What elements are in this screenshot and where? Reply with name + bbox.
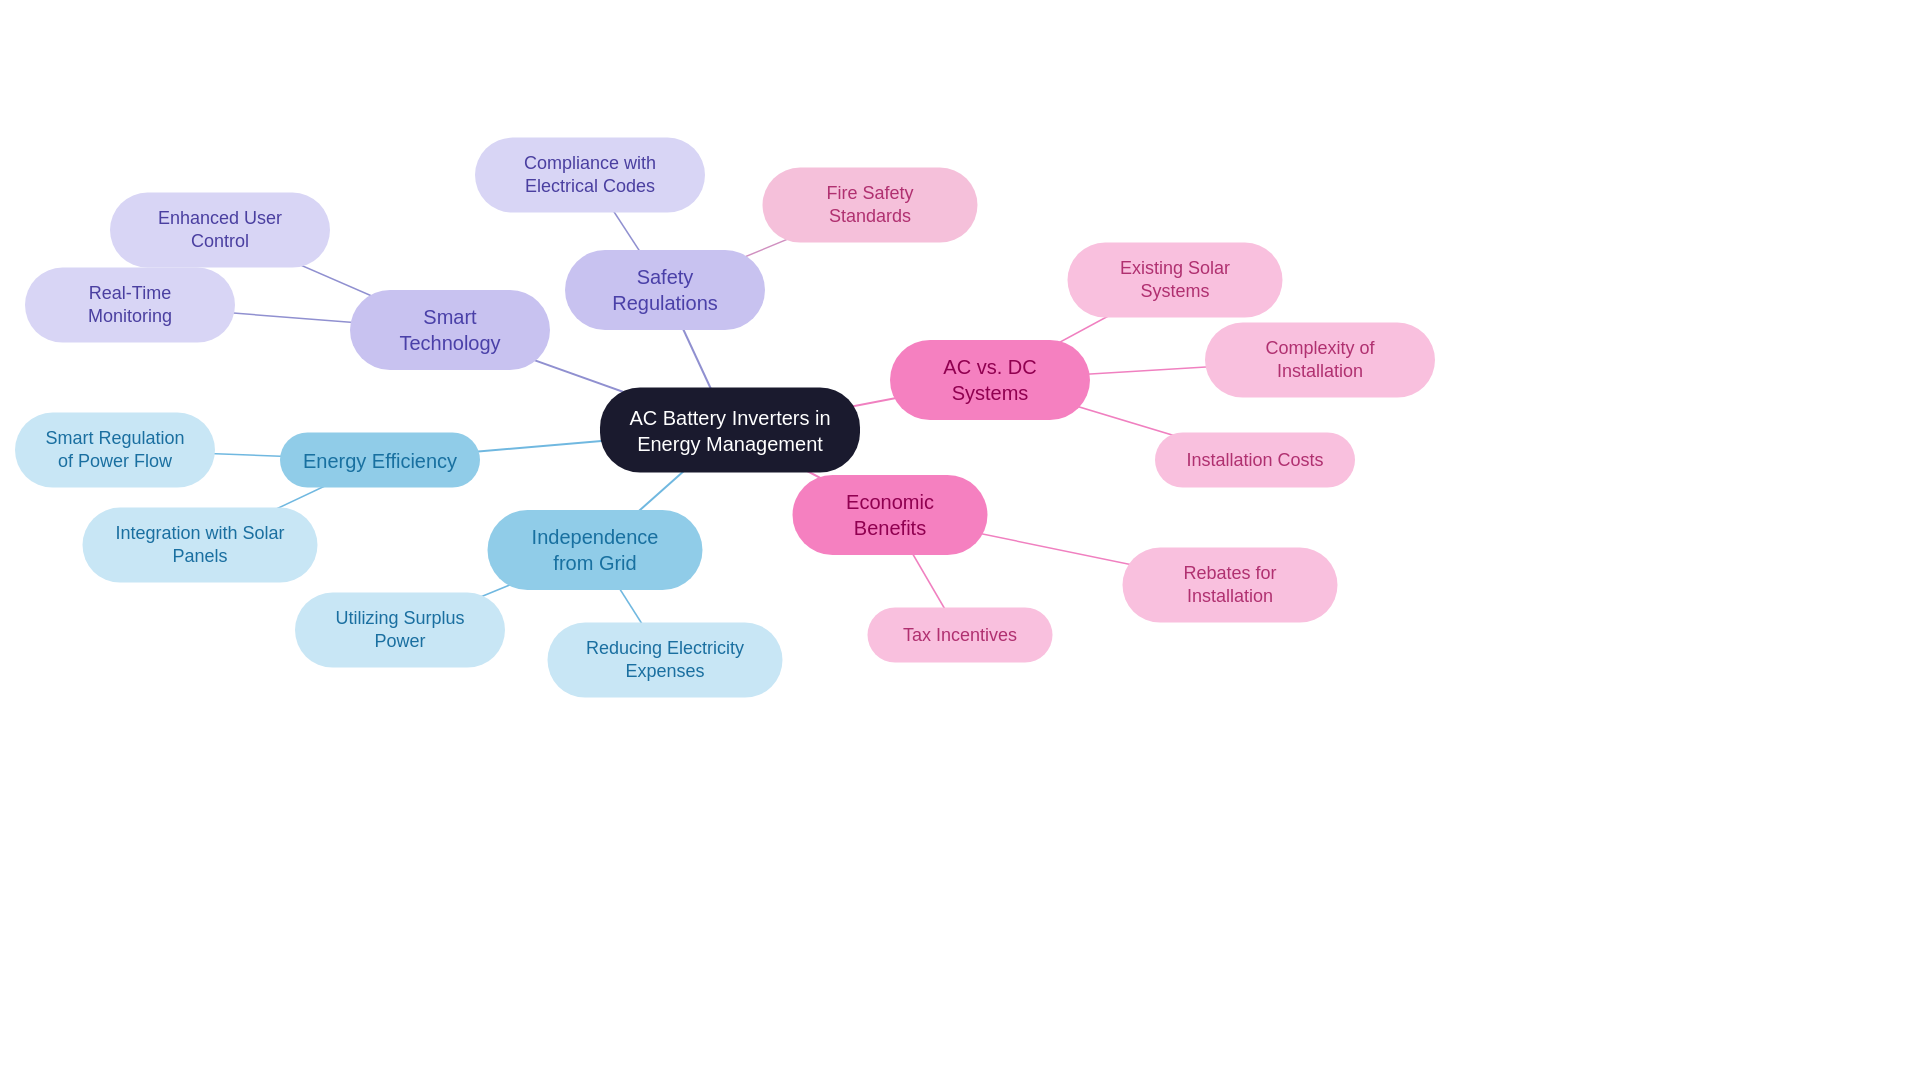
integration-solar-panels-node: Integration with Solar Panels [83, 508, 318, 583]
reducing-electricity-node: Reducing Electricity Expenses [548, 623, 783, 698]
safety-regulations-node: Safety Regulations [565, 250, 765, 330]
economic-benefits-node: Economic Benefits [793, 475, 988, 555]
rebates-installation-node: Rebates for Installation [1123, 548, 1338, 623]
real-time-monitoring-node: Real-Time Monitoring [25, 268, 235, 343]
enhanced-user-control-node: Enhanced User Control [110, 193, 330, 268]
ac-dc-systems-node: AC vs. DC Systems [890, 340, 1090, 420]
independence-grid-node: Independence from Grid [488, 510, 703, 590]
center-node: AC Battery Inverters in Energy Managemen… [600, 388, 860, 473]
compliance-electrical-codes-node: Compliance with Electrical Codes [475, 138, 705, 213]
smart-regulation-node: Smart Regulation of Power Flow [15, 413, 215, 488]
complexity-installation-node: Complexity of Installation [1205, 323, 1435, 398]
tax-incentives-node: Tax Incentives [868, 608, 1053, 663]
smart-technology-node: Smart Technology [350, 290, 550, 370]
installation-costs-node: Installation Costs [1155, 433, 1355, 488]
fire-safety-standards-node: Fire Safety Standards [763, 168, 978, 243]
energy-efficiency-node: Energy Efficiency [280, 433, 480, 488]
existing-solar-systems-node: Existing Solar Systems [1068, 243, 1283, 318]
utilizing-surplus-power-node: Utilizing Surplus Power [295, 593, 505, 668]
